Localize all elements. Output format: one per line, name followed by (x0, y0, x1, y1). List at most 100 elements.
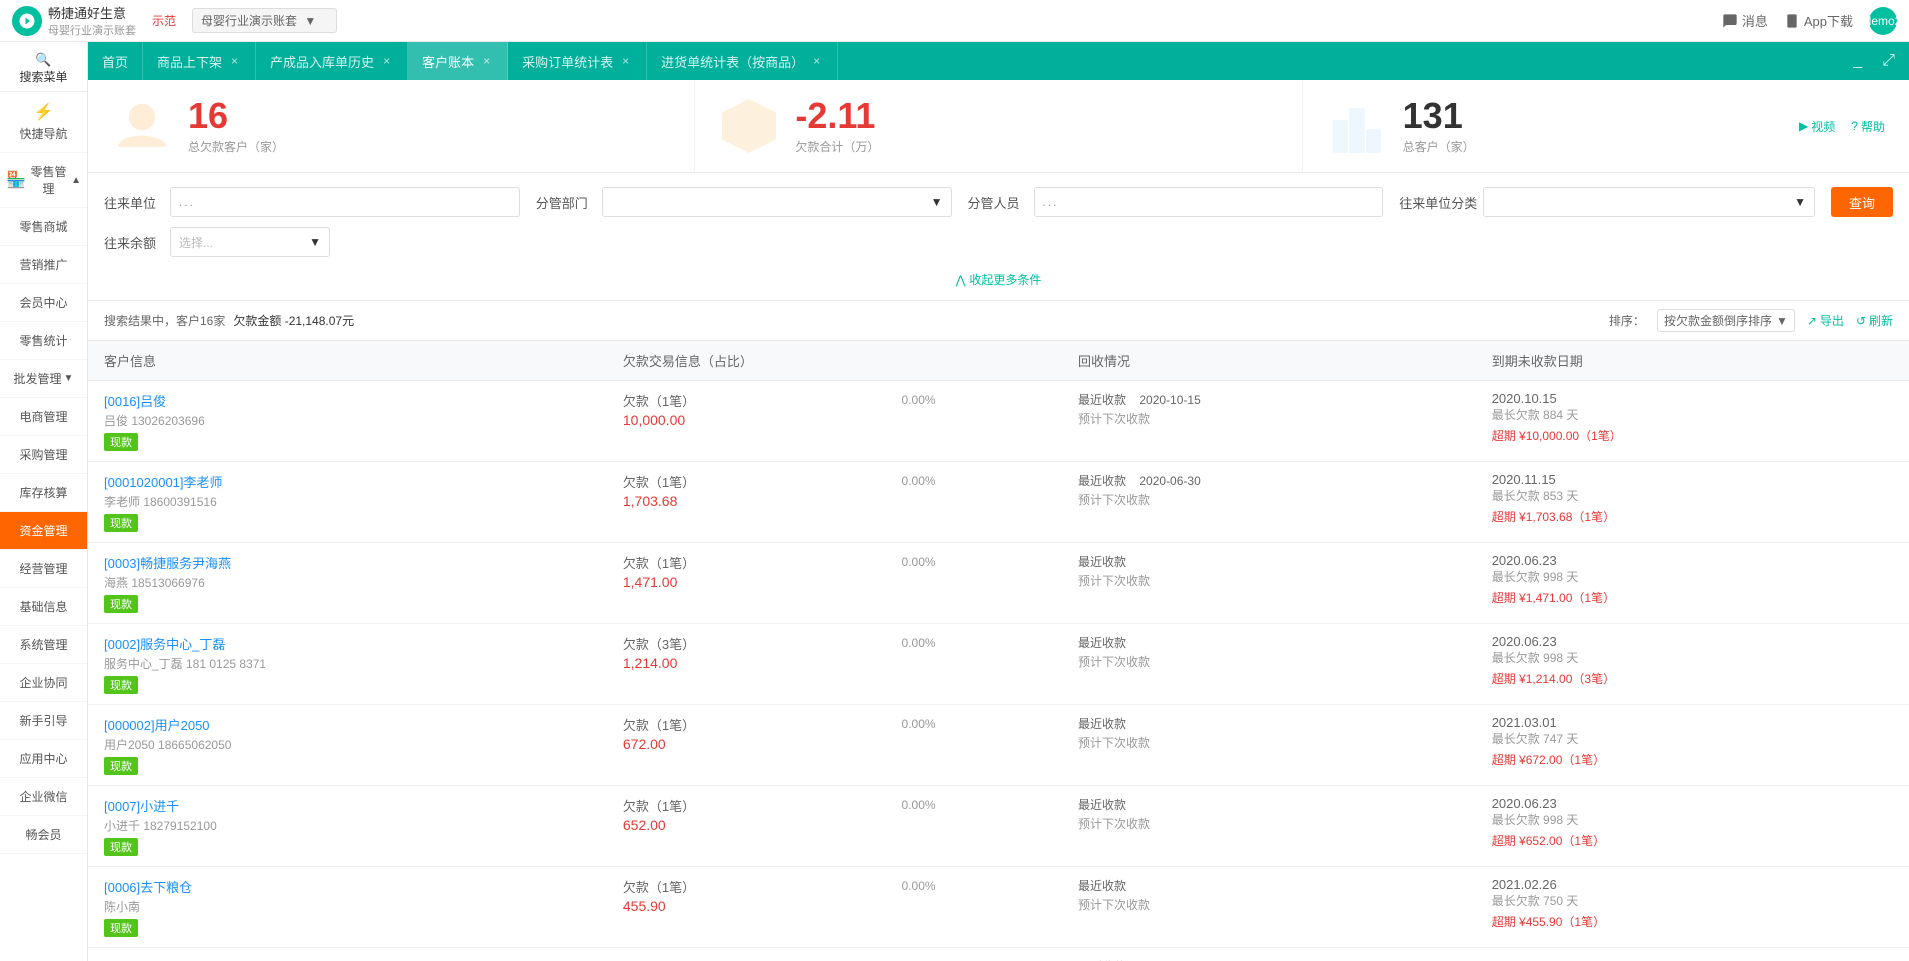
customer-phone-0: 吕俊 13026203696 (104, 412, 591, 429)
due-date-4: 2021.03.01 (1492, 715, 1893, 730)
sidebar-item-guide[interactable]: 新手引导 (0, 702, 87, 740)
query-button[interactable]: 查询 (1831, 187, 1893, 217)
sidebar-item-capital[interactable]: 资金管理 (0, 512, 87, 550)
tab-product-shelf[interactable]: 商品上下架 × (143, 42, 256, 80)
tab-product-shelf-close[interactable]: × (228, 53, 241, 69)
result-bar-right: 排序： 按欠款金额倒序排序 ▼ ↗ 导出 ↺ 刷新 (1609, 309, 1893, 332)
debt-amount-4[interactable]: 672.00 (623, 736, 870, 752)
tab-purchase-stats-close[interactable]: × (619, 53, 632, 69)
debt-amount-0[interactable]: 10,000.00 (623, 412, 870, 428)
message-action[interactable]: 消息 (1722, 11, 1768, 30)
sidebar-item-inventory[interactable]: 库存核算 (0, 474, 87, 512)
debt-count-6: 欠款（1笔） (623, 877, 870, 896)
sidebar-item-wechat[interactable]: 企业微信 (0, 778, 87, 816)
customer-tag-3: 现款 (104, 676, 138, 694)
overdue-link-2[interactable]: 超期 ¥1,471.00（1笔） (1492, 589, 1893, 606)
overdue-link-5[interactable]: 超期 ¥652.00（1笔） (1492, 832, 1893, 849)
sidebar-item-enterprise[interactable]: 企业协同 (0, 664, 87, 702)
stat-info-debt-customers: 16 总欠款客户（家） (188, 98, 284, 155)
sidebar-item-app-center[interactable]: 应用中心 (0, 740, 87, 778)
sidebar-item-member[interactable]: 会员中心 (0, 284, 87, 322)
cell-debt-1: 欠款（1笔） 1,703.68 (607, 462, 886, 543)
sidebar-item-purchase[interactable]: 采购管理 (0, 436, 87, 474)
export-link[interactable]: ↗ 导出 (1807, 312, 1844, 329)
customer-name-5[interactable]: [0007]小进千 (104, 796, 591, 815)
tab-import-stats[interactable]: 进货单统计表（按商品） × (647, 42, 838, 80)
sidebar-item-marketing[interactable]: 营销推广 (0, 246, 87, 284)
filter-collapse[interactable]: ⋀ 收起更多条件 (104, 267, 1893, 292)
tab-maximize-btn[interactable]: ⤢ (1876, 50, 1901, 72)
tab-customer-account[interactable]: 客户账本 × (408, 42, 508, 80)
filter-unit-class: 往来单位分类 ▼ (1399, 187, 1815, 217)
tab-product-history[interactable]: 产成品入库单历史 × (256, 42, 408, 80)
tab-purchase-stats[interactable]: 采购订单统计表 × (508, 42, 647, 80)
sub-brand[interactable]: 示范 (152, 12, 176, 29)
col-debt-info: 欠款交易信息（占比） (607, 341, 1062, 381)
stat-card-total-customers: 131 总客户（家） ▶ 视频 ? 帮助 (1303, 80, 1909, 172)
customer-name-1[interactable]: [0001020001]李老师 (104, 472, 591, 491)
customer-phone-4: 用户2050 18665062050 (104, 736, 591, 753)
manager-input[interactable]: ... (1034, 187, 1384, 217)
page-content: 16 总欠款客户（家） -2.11 欠款合计（万） (88, 80, 1909, 961)
sidebar-item-batch-mgmt[interactable]: 批发管理 ▼ (0, 360, 87, 398)
cell-due-3: 2020.06.23 最长欠款 998 天 超期 ¥1,214.00（3笔） (1476, 624, 1909, 705)
help-link[interactable]: ? 帮助 (1851, 118, 1885, 135)
overdue-days-3: 最长欠款 998 天 (1492, 649, 1893, 666)
logo-text: 畅捷通好生意 母婴行业演示账套 (48, 3, 136, 38)
sidebar-item-retail-store[interactable]: 零售商城 (0, 208, 87, 246)
tab-home[interactable]: 首页 (88, 42, 143, 80)
sidebar-item-quick-nav[interactable]: ⚡ 快捷导航 (0, 92, 87, 153)
sidebar-item-basic-info[interactable]: 基础信息 (0, 588, 87, 626)
col-collection: 回收情况 (1062, 341, 1476, 381)
debt-amount-6[interactable]: 455.90 (623, 898, 870, 914)
cell-debt-pct-2: 0.00% (886, 543, 1063, 624)
customer-name-6[interactable]: [0006]去下粮仓 (104, 877, 591, 896)
cell-debt-pct-0: 0.00% (886, 381, 1063, 462)
overdue-link-4[interactable]: 超期 ¥672.00（1笔） (1492, 751, 1893, 768)
sidebar-item-system[interactable]: 系统管理 (0, 626, 87, 664)
balance-select[interactable]: 选择... ▼ (170, 227, 330, 257)
app-download-action[interactable]: App下载 (1784, 11, 1853, 30)
debt-amount-1[interactable]: 1,703.68 (623, 493, 870, 509)
debt-amount-icon (719, 96, 779, 156)
sidebar-item-retail-mgmt[interactable]: 🏪 零售管理 ▲ (0, 153, 87, 208)
sidebar-search[interactable]: 🔍 搜索菜单 (0, 42, 87, 92)
sort-select[interactable]: 按欠款金额倒序排序 ▼ (1657, 309, 1795, 332)
dept-select[interactable]: ▼ (602, 187, 952, 217)
tab-customer-account-close[interactable]: × (480, 53, 493, 69)
sidebar-item-ecommerce[interactable]: 电商管理 (0, 398, 87, 436)
customer-name-2[interactable]: [0003]畅捷服务尹海燕 (104, 553, 591, 572)
unit-class-select[interactable]: ▼ (1483, 187, 1815, 217)
debt-percent-0: 0.00% (902, 393, 1047, 407)
customer-name-3[interactable]: [0002]服务中心_丁磊 (104, 634, 591, 653)
sidebar-item-operations[interactable]: 经营管理 (0, 550, 87, 588)
customer-name-4[interactable]: [000002]用户2050 (104, 715, 591, 734)
cell-collection-7: 最近收款 预计下次收款 (1062, 948, 1476, 961)
cell-due-1: 2020.11.15 最长欠款 853 天 超期 ¥1,703.68（1笔） (1476, 462, 1909, 543)
next-collect-4: 预计下次收款 (1078, 734, 1460, 751)
refresh-link[interactable]: ↺ 刷新 (1856, 312, 1893, 329)
avatar[interactable]: demo2 (1869, 7, 1897, 35)
tab-product-history-close[interactable]: × (380, 53, 393, 69)
cell-debt-3: 欠款（3笔） 1,214.00 (607, 624, 886, 705)
debt-percent-2: 0.00% (902, 555, 1047, 569)
source-unit-input[interactable]: ... (170, 187, 520, 217)
tab-import-stats-close[interactable]: × (810, 53, 823, 69)
cell-collection-1: 最近收款 2020-06-30 预计下次收款 (1062, 462, 1476, 543)
cell-collection-2: 最近收款 预计下次收款 (1062, 543, 1476, 624)
debt-amount-3[interactable]: 1,214.00 (623, 655, 870, 671)
overdue-link-1[interactable]: 超期 ¥1,703.68（1笔） (1492, 508, 1893, 525)
overdue-link-3[interactable]: 超期 ¥1,214.00（3笔） (1492, 670, 1893, 687)
customer-name-0[interactable]: [0016]吕俊 (104, 391, 591, 410)
tab-minimize-btn[interactable]: _ (1847, 50, 1868, 72)
logo-icon (12, 6, 42, 36)
collection-label-6: 最近收款 (1078, 877, 1460, 894)
overdue-link-0[interactable]: 超期 ¥10,000.00（1笔） (1492, 427, 1893, 444)
sidebar-item-vip[interactable]: 畅会员 (0, 816, 87, 854)
sidebar-item-retail-stats[interactable]: 零售统计 (0, 322, 87, 360)
video-link[interactable]: ▶ 视频 (1799, 118, 1835, 135)
demo-select[interactable]: 母婴行业演示账套 ▼ (192, 8, 337, 33)
overdue-link-6[interactable]: 超期 ¥455.90（1笔） (1492, 913, 1893, 930)
debt-amount-2[interactable]: 1,471.00 (623, 574, 870, 590)
debt-amount-5[interactable]: 652.00 (623, 817, 870, 833)
